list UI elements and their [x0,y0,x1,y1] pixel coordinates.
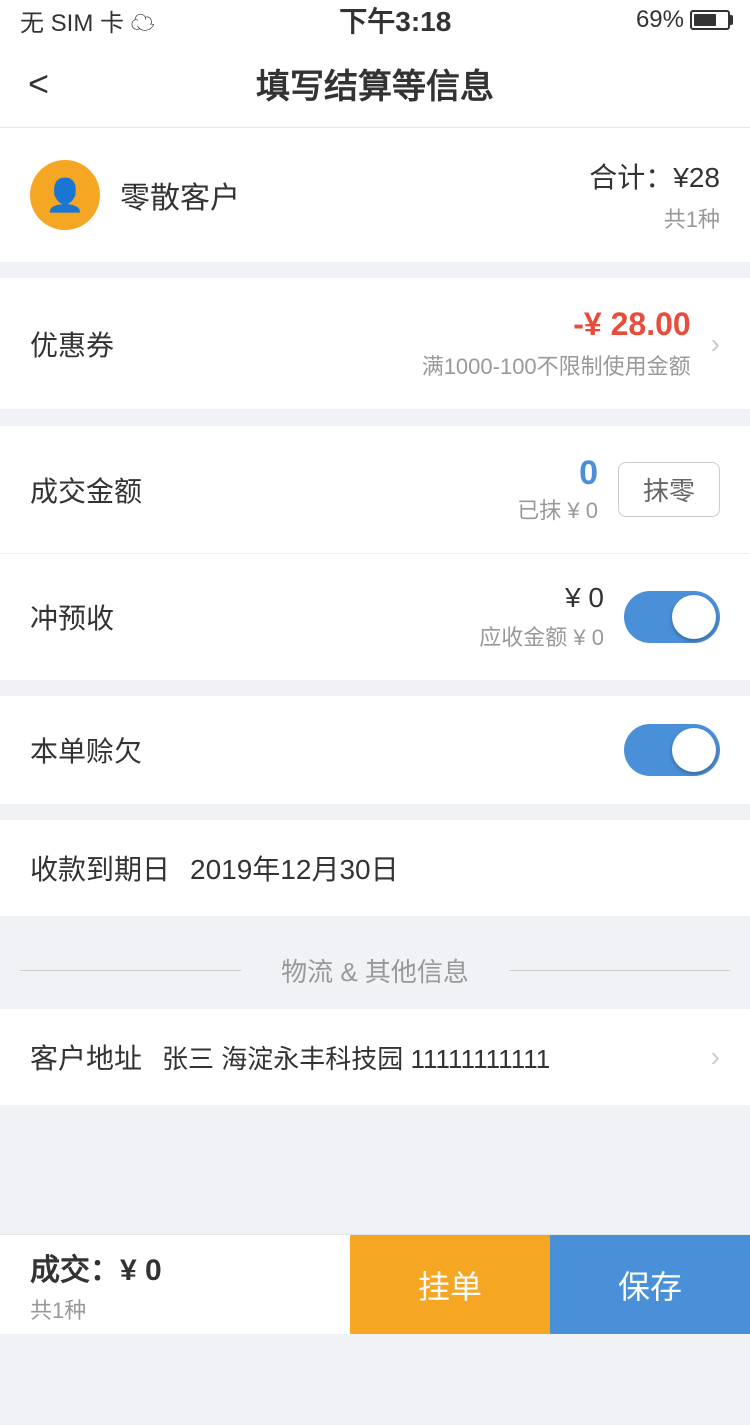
logistics-header: 物流 & 其他信息 [0,932,750,1009]
due-date-label: 收款到期日 [30,848,170,888]
coupon-row[interactable]: 优惠券 -¥ 28.00 满1000-100不限制使用金额 › [0,278,750,410]
status-bar: 无 SIM 卡 ☁ 下午3:18 69% [0,0,750,40]
back-button[interactable]: < [28,63,49,105]
deal-amount-label: 成交金额 [30,470,142,510]
address-chevron-icon: › [711,1041,720,1073]
debt-toggle[interactable] [624,724,720,776]
coupon-value: -¥ 28.00 [573,306,690,343]
customer-left: 👤 零散客户 [30,160,240,230]
hang-button[interactable]: 挂单 [350,1235,550,1334]
coupon-sub: 满1000-100不限制使用金额 [422,349,691,381]
logistics-title: 物流 & 其他信息 [281,952,469,989]
sim-status: 无 SIM 卡 ☁ [20,3,155,38]
address-value: 张三 海淀永丰科技园 11111111111 [162,1039,711,1076]
coupon-label: 优惠券 [30,324,114,364]
nav-bar: < 填写结算等信息 [0,40,750,128]
divider-left [20,970,241,971]
avatar: 👤 [30,160,100,230]
customer-row[interactable]: 👤 零散客户 合计：¥28 共1种 [0,128,750,262]
debt-label: 本单赊欠 [30,730,142,770]
debt-section: 本单赊欠 [0,696,750,804]
total-price: 合计：¥28 [589,156,720,196]
deal-section: 成交金额 0 已抹 ¥ 0 抹零 冲预收 ¥ 0 应收金额 ¥ 0 [0,426,750,680]
customer-name: 零散客户 [120,173,240,217]
advance-main-value: ¥ 0 [479,582,604,614]
bottom-bar: 成交：¥ 0 共1种 挂单 保存 [0,1234,750,1334]
customer-right: 合计：¥28 共1种 [589,156,720,234]
deal-amount-row: 成交金额 0 已抹 ¥ 0 抹零 [0,426,750,554]
deal-amount-sub: 已抹 ¥ 0 [517,493,598,525]
advance-toggle[interactable] [624,591,720,643]
bottom-count: 共1种 [30,1293,320,1325]
divider-right [509,970,730,971]
deal-amount-value: 0 [517,454,598,493]
avatar-icon: 👤 [45,176,85,214]
battery-icon [690,10,730,30]
status-left: 无 SIM 卡 ☁ [20,3,155,38]
due-date-value: 2019年12月30日 [190,848,399,888]
battery-percent: 69% [636,6,684,34]
address-label: 客户地址 [30,1037,142,1077]
coupon-section: 优惠券 -¥ 28.00 满1000-100不限制使用金额 › [0,278,750,410]
bottom-deal-label: 成交： [30,1254,120,1287]
chevron-right-icon: › [711,328,720,360]
page-title: 填写结算等信息 [256,59,494,108]
advance-row: 冲预收 ¥ 0 应收金额 ¥ 0 [0,554,750,680]
status-right: 69% [636,6,730,34]
advance-right: ¥ 0 应收金额 ¥ 0 [479,582,720,652]
total-count: 共1种 [589,202,720,234]
advance-label: 冲预收 [30,597,114,637]
due-date-row[interactable]: 收款到期日 2019年12月30日 [0,820,750,916]
address-row[interactable]: 客户地址 张三 海淀永丰科技园 11111111111 › [0,1009,750,1105]
coupon-right: -¥ 28.00 满1000-100不限制使用金额 [422,306,691,381]
status-time: 下午3:18 [339,0,451,40]
advance-sub-value: 应收金额 ¥ 0 [479,620,604,652]
bottom-deal-value: ¥ 0 [120,1254,162,1287]
deal-amount-right: 0 已抹 ¥ 0 抹零 [517,454,720,525]
bottom-deal-amount: 成交：¥ 0 [30,1245,320,1289]
round-zero-button[interactable]: 抹零 [618,462,720,517]
main-content: 👤 零散客户 合计：¥28 共1种 优惠券 -¥ 28.00 满1000-100… [0,128,750,1425]
bottom-info: 成交：¥ 0 共1种 [0,1245,350,1325]
advance-values: ¥ 0 应收金额 ¥ 0 [479,582,604,652]
save-button[interactable]: 保存 [550,1235,750,1334]
